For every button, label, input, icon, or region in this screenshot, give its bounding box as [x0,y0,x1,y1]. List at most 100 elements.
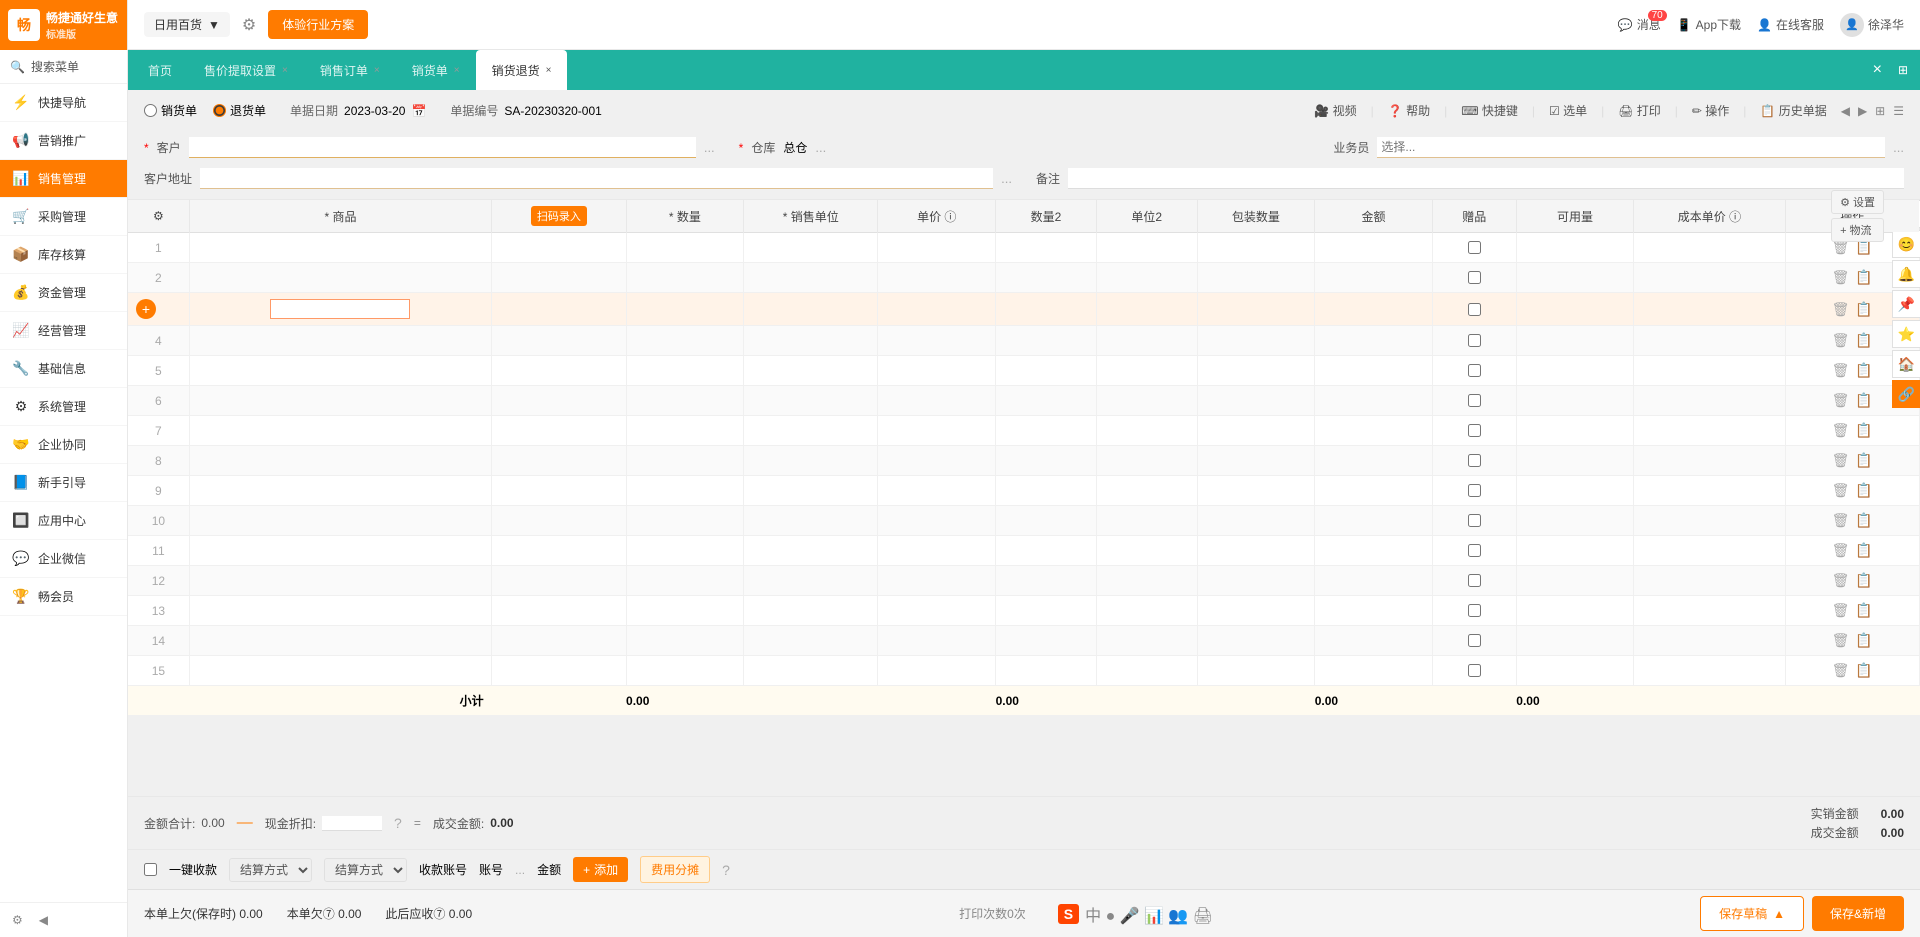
gift-checkbox[interactable] [1468,634,1481,647]
copy-row-btn[interactable]: 📋 [1855,301,1872,318]
edge-icon-5[interactable]: 🏠 [1892,350,1920,378]
sidebar-item-purchase[interactable]: 🛒 采购管理 [0,198,127,236]
customer-dots[interactable]: ... [704,140,715,155]
note-input[interactable] [1068,168,1904,189]
qty-cell[interactable] [626,536,744,566]
daily-select[interactable]: 日用百货 ▼ [144,12,230,37]
tab-price-settings[interactable]: 售价提取设置 × [188,50,304,90]
delete-row-btn[interactable]: 🗑 [1832,632,1850,649]
history-btn[interactable]: 📋 历史单据 [1754,100,1832,121]
col-settings[interactable]: ⚙ [128,200,189,233]
topbar-gear-btn[interactable]: ⚙ [242,15,256,35]
tab-price-settings-close[interactable]: × [282,65,288,76]
qty-cell[interactable] [626,416,744,446]
qty-cell[interactable] [626,476,744,506]
qty-cell[interactable] [626,656,744,686]
qty-cell[interactable] [626,233,744,263]
product-cell[interactable] [189,326,491,356]
tab-sales-delivery-close[interactable]: × [454,65,460,76]
delete-row-btn[interactable]: 🗑 [1832,422,1850,439]
sidebar-item-basic[interactable]: 🔧 基础信息 [0,350,127,388]
qty-cell[interactable] [626,626,744,656]
calc-method-select[interactable]: 结算方式 [324,858,407,882]
select-btn[interactable]: ☑ 选单 [1543,100,1593,121]
online-service-btn[interactable]: 👤 在线客服 [1757,16,1824,33]
prev-btn[interactable]: ◀ [1841,104,1850,118]
next-btn[interactable]: ▶ [1858,104,1867,118]
account-dots[interactable]: ... [515,863,525,877]
settle-method-select[interactable]: 结算方式 [229,858,312,882]
copy-row-btn[interactable]: 📋 [1855,662,1872,679]
delete-row-btn[interactable]: 🗑 [1832,452,1850,469]
qty-cell[interactable] [626,566,744,596]
radio-return-input[interactable] [213,104,226,117]
sidebar-item-operations[interactable]: 📈 经营管理 [0,312,127,350]
qty-cell[interactable] [626,326,744,356]
one-key-payment-checkbox[interactable] [144,863,157,876]
experience-btn[interactable]: 体验行业方案 [268,10,368,39]
product-cell[interactable] [189,233,491,263]
product-input[interactable] [270,299,410,319]
save-new-btn[interactable]: 保存&新增 [1812,896,1904,931]
copy-row-btn[interactable]: 📋 [1855,422,1872,439]
copy-row-btn[interactable]: 📋 [1855,452,1872,469]
address-dots[interactable]: ... [1001,171,1012,186]
delete-row-btn[interactable]: 🗑 [1832,482,1850,499]
gift-checkbox[interactable] [1468,424,1481,437]
gift-checkbox[interactable] [1468,303,1481,316]
grid-view-btn[interactable]: ⊞ [1875,104,1885,118]
delete-row-btn[interactable]: 🗑 [1832,572,1850,589]
list-view-btn[interactable]: ☰ [1893,104,1904,118]
calendar-icon[interactable]: 📅 [411,104,426,118]
add-payment-btn[interactable]: + 添加 [573,857,628,882]
video-btn[interactable]: 🎥 视频 [1308,100,1362,121]
sidebar-item-wechat[interactable]: 💬 企业微信 [0,540,127,578]
gift-checkbox[interactable] [1468,241,1481,254]
delete-row-btn[interactable]: 🗑 [1832,362,1850,379]
edge-icon-6[interactable]: 🔗 [1892,380,1920,408]
copy-row-btn[interactable]: 📋 [1855,542,1872,559]
sidebar-item-quick-nav[interactable]: ⚡ 快捷导航 [0,84,127,122]
logistics-btn[interactable]: + 物流 [1831,218,1884,242]
discount-input[interactable] [322,816,382,831]
product-cell[interactable] [189,356,491,386]
tab-sales-return-close[interactable]: × [546,65,552,76]
tab-home[interactable]: 首页 [132,50,188,90]
collapse-icon[interactable]: ◀ [39,913,48,927]
radio-sales-input[interactable] [144,104,157,117]
radio-sales[interactable]: 销货单 [144,102,197,119]
product-cell[interactable] [189,626,491,656]
product-cell[interactable] [189,416,491,446]
qty-cell[interactable] [626,386,744,416]
radio-return[interactable]: 退货单 [213,102,266,119]
edge-icon-1[interactable]: 😊 [1892,230,1920,258]
copy-row-btn[interactable]: 📋 [1855,632,1872,649]
scan-input-btn[interactable]: 扫码录入 [531,206,587,226]
qty-cell[interactable] [626,263,744,293]
product-cell[interactable] [189,293,491,326]
save-draft-btn[interactable]: 保存草稿 ▲ [1700,896,1804,931]
customer-input[interactable] [189,137,696,158]
delete-row-btn[interactable]: 🗑 [1832,332,1850,349]
sidebar-item-enterprise[interactable]: 🤝 企业协同 [0,426,127,464]
product-cell[interactable] [189,566,491,596]
question-icon[interactable]: ? [394,815,402,831]
delete-row-btn[interactable]: 🗑 [1832,269,1850,286]
edit-btn[interactable]: ✏ 操作 [1686,100,1735,121]
gift-checkbox[interactable] [1468,484,1481,497]
product-cell[interactable] [189,536,491,566]
copy-row-btn[interactable]: 📋 [1855,392,1872,409]
qty-cell[interactable] [626,446,744,476]
qty-cell[interactable] [626,596,744,626]
qty-cell[interactable] [626,293,744,326]
sidebar-item-appstore[interactable]: 🔲 应用中心 [0,502,127,540]
settings-icon[interactable]: ⚙ [12,913,23,927]
close-all-tabs-btn[interactable]: × [1865,61,1890,79]
sidebar-item-inventory[interactable]: 📦 库存核算 [0,236,127,274]
edge-icon-3[interactable]: 📌 [1892,290,1920,318]
tab-sales-order[interactable]: 销售订单 × [304,50,396,90]
search-menu[interactable]: 🔍 搜索菜单 [0,50,127,84]
salesperson-dots[interactable]: ... [1893,140,1904,155]
tab-sales-order-close[interactable]: × [374,65,380,76]
add-row-btn[interactable]: + [136,299,156,319]
